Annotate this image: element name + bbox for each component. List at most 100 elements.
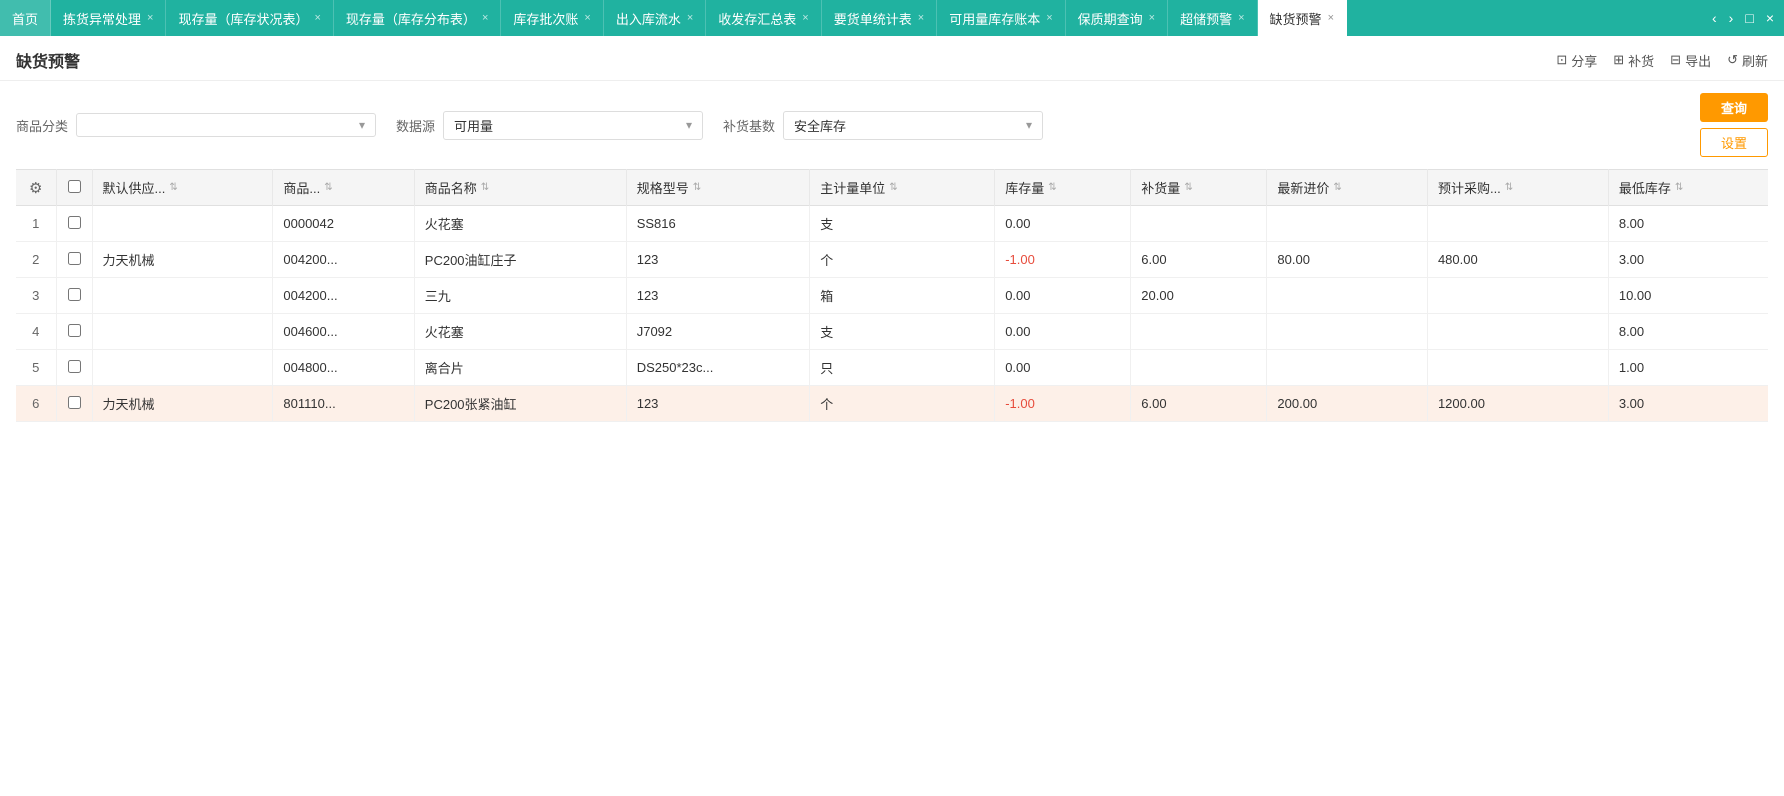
latest-price-sort[interactable]: 最新进价 ⇅ [1277, 178, 1417, 197]
replenish-base-select[interactable]: 安全库存 ▾ [783, 111, 1043, 140]
supplier-sort[interactable]: 默认供应... ⇅ [103, 178, 263, 197]
export-action[interactable]: ⊟ 导出 [1670, 51, 1711, 70]
unit-sort[interactable]: 主计量单位 ⇅ [820, 178, 984, 197]
tab-close-7[interactable]: × [918, 12, 924, 24]
row-min-stock-3: 8.00 [1608, 314, 1768, 350]
tab-next-button[interactable]: › [1723, 0, 1740, 36]
tab-close-4[interactable]: × [584, 12, 590, 24]
est-purchase-sort[interactable]: 预计采购... ⇅ [1438, 178, 1598, 197]
tab-close-9[interactable]: × [1149, 12, 1155, 24]
tab-item-4[interactable]: 库存批次账× [501, 0, 603, 36]
row-select-0[interactable] [68, 216, 81, 229]
est-purchase-col-label: 预计采购... [1438, 178, 1501, 197]
export-icon: ⊟ [1670, 52, 1681, 68]
tab-item-5[interactable]: 出入库流水× [604, 0, 706, 36]
query-button[interactable]: 查询 [1700, 93, 1768, 122]
replenish-action[interactable]: ⊞ 补货 [1613, 51, 1654, 70]
th-checkbox [56, 170, 92, 206]
tab-close-8[interactable]: × [1046, 12, 1052, 24]
settings-button[interactable]: 设置 [1700, 128, 1768, 157]
stock-col-label: 库存量 [1005, 178, 1044, 197]
tab-item-7[interactable]: 要货单统计表× [822, 0, 937, 36]
tab-item-2[interactable]: 现存量（库存状况表）× [166, 0, 333, 36]
tab-close-5[interactable]: × [687, 12, 693, 24]
row-select-5[interactable] [68, 396, 81, 409]
tab-item-1[interactable]: 拣货异常处理 × [51, 0, 166, 36]
page-title: 缺货预警 [16, 48, 80, 72]
tab-close-10[interactable]: × [1238, 12, 1244, 24]
row-checkbox-4[interactable] [56, 350, 92, 386]
row-name-3: 火花塞 [414, 314, 626, 350]
stock-sort[interactable]: 库存量 ⇅ [1005, 178, 1120, 197]
row-select-4[interactable] [68, 360, 81, 373]
table-row: 2 力天机械 004200... PC200油缸庄子 123 个 -1.00 6… [16, 242, 1768, 278]
min-stock-col-label: 最低库存 [1619, 178, 1671, 197]
tab-item-0[interactable]: 首页 [0, 0, 51, 36]
tab-close-window-button[interactable]: × [1760, 0, 1780, 36]
category-label: 商品分类 [16, 116, 68, 135]
row-stock-4: 0.00 [995, 350, 1131, 386]
row-est-purchase-3 [1427, 314, 1608, 350]
column-settings-icon[interactable]: ⚙ [29, 180, 42, 197]
table-row: 3 004200... 三九 123 箱 0.00 20.00 10.00 [16, 278, 1768, 314]
tab-item-3[interactable]: 现存量（库存分布表）× [334, 0, 501, 36]
code-sort[interactable]: 商品... ⇅ [283, 178, 403, 197]
row-replenish-5: 6.00 [1131, 386, 1267, 422]
row-spec-2: 123 [626, 278, 809, 314]
tab-item-8[interactable]: 可用量库存账本× [937, 0, 1065, 36]
name-sort-icon: ⇅ [481, 182, 489, 193]
row-replenish-4 [1131, 350, 1267, 386]
row-name-5: PC200张紧油缸 [414, 386, 626, 422]
row-spec-1: 123 [626, 242, 809, 278]
table-row: 4 004600... 火花塞 J7092 支 0.00 8.00 [16, 314, 1768, 350]
name-sort[interactable]: 商品名称 ⇅ [425, 178, 616, 197]
tab-close-6[interactable]: × [802, 12, 808, 24]
tab-bar: 首页拣货异常处理×现存量（库存状况表）×现存量（库存分布表）×库存批次账×出入库… [0, 0, 1784, 36]
row-supplier-1: 力天机械 [92, 242, 273, 278]
row-est-purchase-0 [1427, 206, 1608, 242]
row-select-1[interactable] [68, 252, 81, 265]
supplier-sort-icon: ⇅ [169, 182, 177, 193]
tab-label-1: 拣货异常处理 [63, 9, 141, 28]
row-est-purchase-2 [1427, 278, 1608, 314]
min-stock-sort[interactable]: 最低库存 ⇅ [1619, 178, 1758, 197]
row-latest-price-0 [1267, 206, 1428, 242]
row-checkbox-5[interactable] [56, 386, 92, 422]
table-body: 1 0000042 火花塞 SS816 支 0.00 8.00 2 力天机械 0… [16, 206, 1768, 422]
table-header-row: ⚙ 默认供应... ⇅ 商品... ⇅ [16, 170, 1768, 206]
replenish-base-label: 补货基数 [723, 116, 775, 135]
tab-item-10[interactable]: 超储预警× [1168, 0, 1257, 36]
refresh-action[interactable]: ↺ 刷新 [1727, 51, 1768, 70]
row-select-2[interactable] [68, 288, 81, 301]
row-replenish-0 [1131, 206, 1267, 242]
select-all-checkbox[interactable] [68, 180, 81, 193]
tab-prev-button[interactable]: ‹ [1706, 0, 1723, 36]
replenish-sort[interactable]: 补货量 ⇅ [1141, 178, 1256, 197]
row-unit-4: 只 [810, 350, 995, 386]
row-num-1: 2 [16, 242, 56, 278]
row-checkbox-3[interactable] [56, 314, 92, 350]
row-select-3[interactable] [68, 324, 81, 337]
unit-col-label: 主计量单位 [820, 178, 885, 197]
row-checkbox-1[interactable] [56, 242, 92, 278]
tab-close-3[interactable]: × [482, 12, 488, 24]
table-container: ⚙ 默认供应... ⇅ 商品... ⇅ [0, 169, 1784, 422]
spec-sort[interactable]: 规格型号 ⇅ [637, 178, 799, 197]
th-replenish: 补货量 ⇅ [1131, 170, 1267, 206]
row-stock-2: 0.00 [995, 278, 1131, 314]
stock-sort-icon: ⇅ [1048, 182, 1056, 193]
row-est-purchase-1: 480.00 [1427, 242, 1608, 278]
tab-close-11[interactable]: × [1328, 12, 1334, 24]
row-checkbox-0[interactable] [56, 206, 92, 242]
category-select[interactable]: ▾ [76, 113, 376, 137]
datasource-dropdown-icon: ▾ [686, 118, 692, 132]
tab-item-6[interactable]: 收发存汇总表× [706, 0, 821, 36]
tab-close-2[interactable]: × [314, 12, 320, 24]
row-checkbox-2[interactable] [56, 278, 92, 314]
tab-item-11[interactable]: 缺货预警× [1258, 0, 1347, 36]
datasource-select[interactable]: 可用量 ▾ [443, 111, 703, 140]
tab-item-9[interactable]: 保质期查询× [1066, 0, 1168, 36]
tab-maximize-button[interactable]: □ [1739, 0, 1759, 36]
tab-close-1[interactable]: × [147, 12, 153, 24]
share-action[interactable]: ⊡ 分享 [1556, 51, 1597, 70]
